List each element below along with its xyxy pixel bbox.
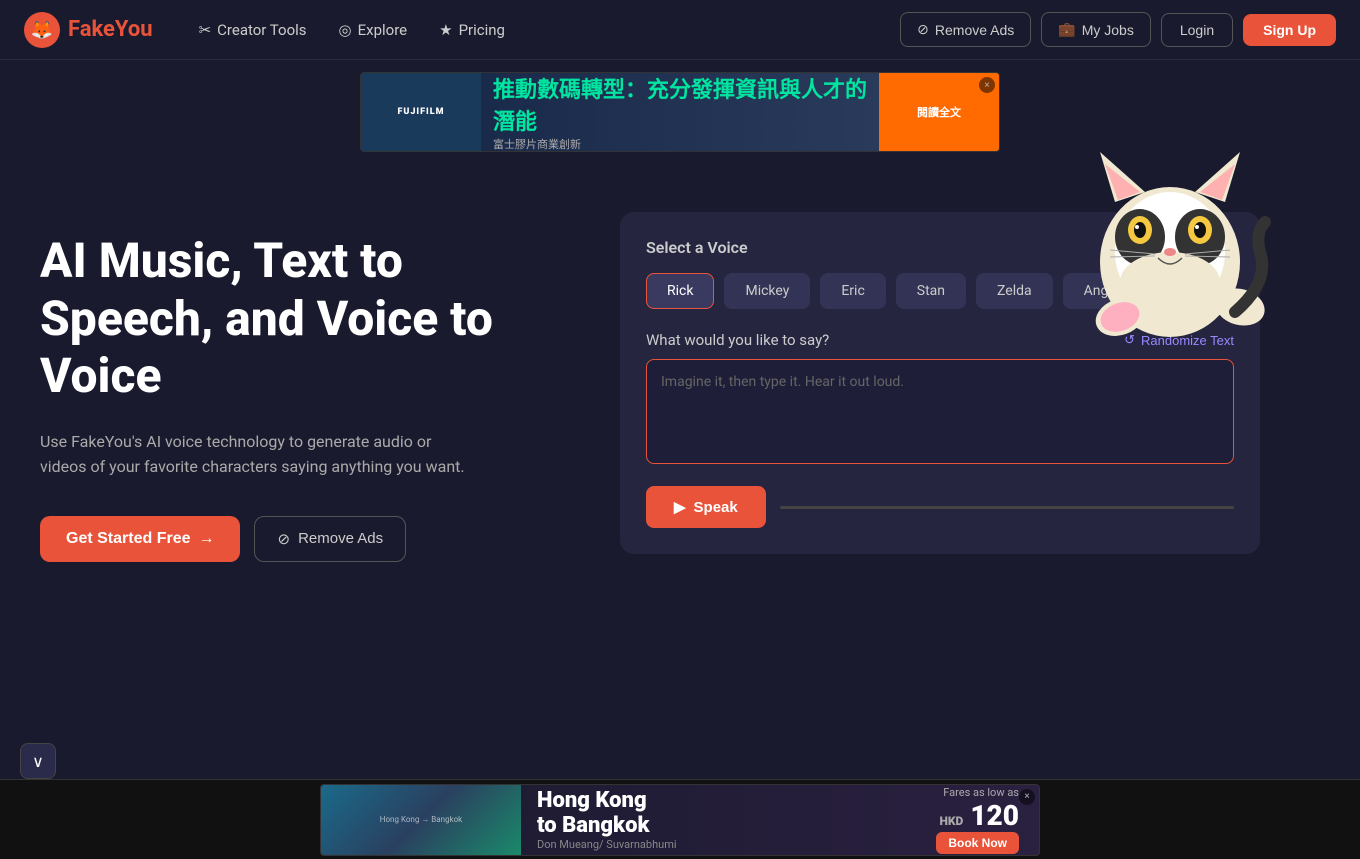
- hero-description: Use FakeYou's AI voice technology to gen…: [40, 429, 480, 480]
- my-jobs-button[interactable]: 💼 My Jobs: [1041, 12, 1151, 47]
- remove-ads-hero-icon: ⊘: [277, 530, 290, 548]
- nav-pricing[interactable]: ★ Pricing: [425, 13, 519, 47]
- logo-text: FakeYou: [68, 17, 153, 42]
- ad-fujifilm-content: 推動數碼轉型：充分發揮資訊與人才的潛能 富士膠片商業創新: [481, 72, 879, 152]
- explore-icon: ◎: [339, 21, 352, 39]
- mascot-image: [1040, 122, 1300, 342]
- logo-icon: 🦊: [24, 12, 60, 48]
- remove-ads-nav-button[interactable]: ⊘ Remove Ads: [900, 12, 1031, 47]
- ad-bottom-subtitle: Don Mueang/ Suvarnabhumi: [537, 838, 900, 851]
- nav-links: ✂ Creator Tools ◎ Explore ★ Pricing: [185, 13, 901, 47]
- ad-bottom-fares-label: Fares as low as: [943, 786, 1019, 799]
- ad-banner-bottom: Hong Kong → Bangkok Hong Kong to Bangkok…: [0, 779, 1360, 859]
- scroll-down-button[interactable]: ∨: [20, 743, 56, 779]
- remove-ads-icon: ⊘: [917, 21, 929, 38]
- mascot: [1040, 122, 1300, 342]
- nav-creator-tools[interactable]: ✂ Creator Tools: [185, 13, 321, 47]
- audio-progress-bar: [780, 506, 1234, 509]
- ad-bottom-close-button[interactable]: ×: [1019, 789, 1035, 805]
- what-label: What would you like to say?: [646, 331, 829, 349]
- ad-bottom-price: HKD 120: [939, 799, 1019, 832]
- navbar: 🦊 FakeYou ✂ Creator Tools ◎ Explore ★ Pr…: [0, 0, 1360, 60]
- logo[interactable]: 🦊 FakeYou: [24, 12, 153, 48]
- voice-chip-mickey[interactable]: Mickey: [724, 273, 810, 309]
- chevron-down-icon: ∨: [32, 752, 44, 771]
- ad-fujifilm-cta-text: 閱讀全文: [917, 104, 961, 120]
- hero-section: AI Music, Text to Speech, and Voice to V…: [0, 152, 1360, 592]
- speak-row: ▶ Speak: [646, 486, 1234, 528]
- remove-ads-hero-button[interactable]: ⊘ Remove Ads: [254, 516, 406, 562]
- signup-button[interactable]: Sign Up: [1243, 14, 1336, 46]
- voice-chip-rick[interactable]: Rick: [646, 273, 714, 309]
- hero-left: AI Music, Text to Speech, and Voice to V…: [40, 212, 560, 562]
- fujifilm-logo: FUJIFILM: [397, 107, 444, 117]
- ad-top-close-button[interactable]: ×: [979, 77, 995, 93]
- ad-bottom-book-button[interactable]: Book Now: [936, 832, 1019, 854]
- get-started-button[interactable]: Get Started Free →: [40, 516, 240, 562]
- pricing-icon: ★: [439, 21, 452, 39]
- hongkong-bangkok-ad[interactable]: Hong Kong → Bangkok Hong Kong to Bangkok…: [320, 784, 1040, 856]
- svg-text:🦊: 🦊: [31, 20, 53, 41]
- my-jobs-icon: 💼: [1058, 21, 1075, 38]
- voice-chip-stan[interactable]: Stan: [896, 273, 966, 309]
- nav-explore[interactable]: ◎ Explore: [325, 13, 422, 47]
- voice-text-input[interactable]: [646, 359, 1234, 464]
- creator-tools-icon: ✂: [199, 21, 212, 39]
- play-icon: ▶: [674, 498, 686, 516]
- ad-bottom-content: Hong Kong to Bangkok Don Mueang/ Suvarna…: [521, 784, 916, 856]
- fujifilm-ad[interactable]: FUJIFILM 推動數碼轉型：充分發揮資訊與人才的潛能 富士膠片商業創新 閱讀…: [360, 72, 1000, 152]
- ad-fujifilm-subtitle: 富士膠片商業創新: [493, 136, 867, 152]
- arrow-right-icon: →: [198, 530, 214, 548]
- nav-actions: ⊘ Remove Ads 💼 My Jobs Login Sign Up: [900, 12, 1336, 47]
- login-button[interactable]: Login: [1161, 13, 1233, 47]
- speak-button[interactable]: ▶ Speak: [646, 486, 766, 528]
- ad-fujifilm-left: FUJIFILM: [361, 72, 481, 152]
- hero-title: AI Music, Text to Speech, and Voice to V…: [40, 232, 560, 405]
- ad-fujifilm-title: 推動數碼轉型：充分發揮資訊與人才的潛能: [493, 72, 867, 136]
- hero-buttons: Get Started Free → ⊘ Remove Ads: [40, 516, 560, 562]
- ad-bottom-image: Hong Kong → Bangkok: [321, 784, 521, 856]
- ad-bottom-title: Hong Kong to Bangkok: [537, 788, 900, 838]
- ad-bottom-image-text: Hong Kong → Bangkok: [380, 815, 462, 824]
- voice-chip-eric[interactable]: Eric: [820, 273, 885, 309]
